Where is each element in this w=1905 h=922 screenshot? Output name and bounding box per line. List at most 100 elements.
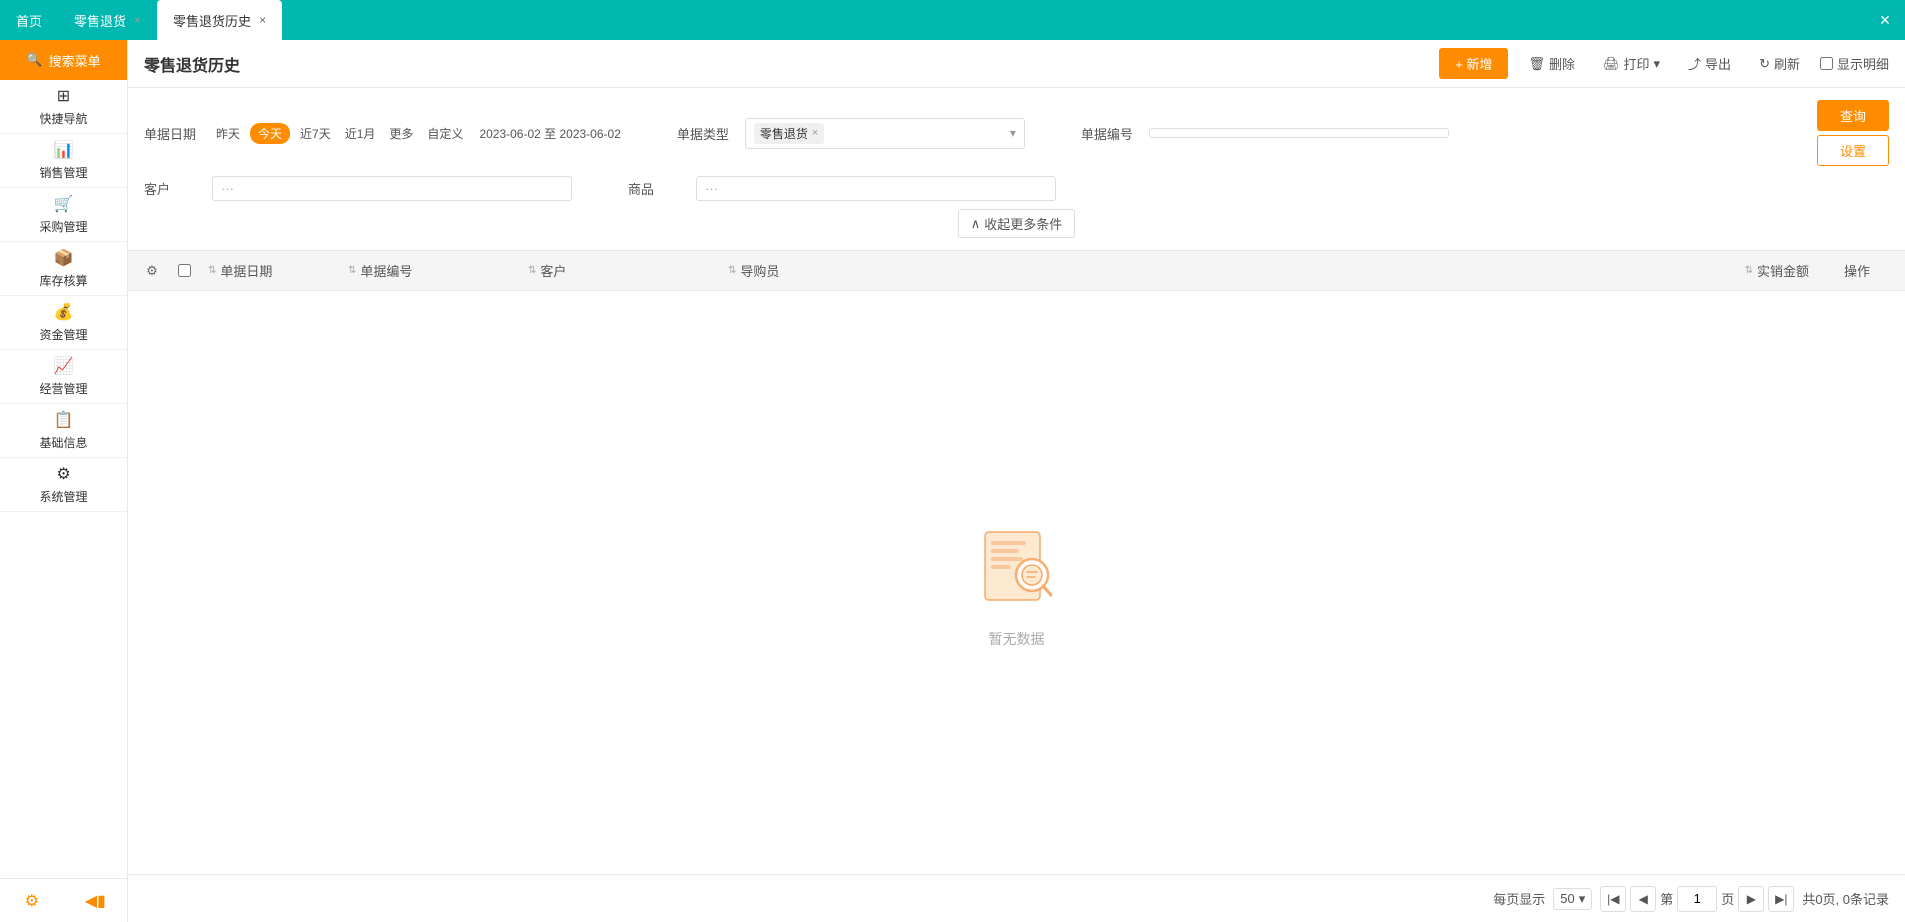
th-guide-sort-icon: ⇅: [728, 265, 736, 276]
sidebar-item-quick-nav[interactable]: ⊞ 快捷导航: [0, 80, 127, 134]
type-tag: 零售退货 ×: [754, 123, 824, 144]
sidebar-search[interactable]: 🔍 搜索菜单: [0, 40, 127, 80]
table-checkbox-all[interactable]: [168, 264, 200, 277]
page-header: 零售退货历史 + 新增 🗑 删除 🖨 打印 ▾ ⤴ 导出 ↻: [128, 40, 1905, 88]
date-btn-more[interactable]: 更多: [385, 123, 417, 144]
page-title: 零售退货历史: [144, 52, 1439, 76]
select-all-checkbox[interactable]: [178, 264, 191, 277]
date-btn-today[interactable]: 今天: [250, 123, 290, 144]
sidebar-item-base[interactable]: 📋 基础信息: [0, 404, 127, 458]
customer-input[interactable]: ···: [212, 176, 572, 201]
type-select-arrow-icon: ▾: [1010, 126, 1016, 140]
table-area: ⚙ ⇅ 单据日期 ⇅ 单据编号 ⇅ 客户 ⇅ 导购员: [128, 251, 1905, 874]
th-guide[interactable]: ⇅ 导购员: [720, 261, 900, 280]
goods-filter-label: 商品: [628, 179, 688, 198]
sidebar-settings-button[interactable]: ⚙: [16, 885, 48, 917]
page-unit: 页: [1721, 889, 1734, 908]
type-filter-label: 单据类型: [677, 124, 737, 143]
pagination: 每页显示 50 ▾ |◀ ◀ 第 页 ▶ ▶| 共0页, 0条记录: [128, 874, 1905, 922]
th-number[interactable]: ⇅ 单据编号: [340, 261, 520, 280]
th-amount[interactable]: ⇅ 实销金额: [1697, 261, 1817, 280]
tab-retail-return-close[interactable]: ×: [134, 13, 141, 27]
sidebar-item-system[interactable]: ⚙ 系统管理: [0, 458, 127, 512]
delete-button[interactable]: 🗑 删除: [1520, 50, 1583, 77]
date-btn-custom[interactable]: 自定义: [423, 123, 467, 144]
per-page-label: 每页显示: [1493, 889, 1545, 908]
date-btn-yesterday[interactable]: 昨天: [212, 123, 244, 144]
page-last-button[interactable]: ▶|: [1768, 886, 1794, 912]
th-number-sort-icon: ⇅: [348, 265, 356, 276]
th-date[interactable]: ⇅ 单据日期: [200, 261, 340, 280]
tab-retail-return[interactable]: 零售退货 ×: [58, 0, 157, 40]
page-number-input[interactable]: [1677, 886, 1717, 912]
sidebar-bottom: ⚙ ◀▮: [0, 878, 127, 922]
show-detail-checkbox[interactable]: 显示明细: [1820, 54, 1889, 73]
tab-home[interactable]: 首页: [0, 0, 58, 40]
content-area: 零售退货历史 + 新增 🗑 删除 🖨 打印 ▾ ⤴ 导出 ↻: [128, 40, 1905, 922]
window-close-button[interactable]: ×: [1865, 0, 1905, 40]
export-icon: ⤴: [1688, 54, 1701, 73]
purchase-icon: 🛒: [54, 194, 74, 214]
system-icon: ⚙: [54, 464, 74, 484]
collapse-row: ∧ 收起更多条件: [144, 209, 1889, 238]
number-filter-label: 单据编号: [1081, 124, 1141, 143]
date-filter-label: 单据日期: [144, 124, 204, 143]
number-input[interactable]: [1149, 128, 1449, 138]
header-actions: + 新增 🗑 删除 🖨 打印 ▾ ⤴ 导出 ↻ 刷新: [1439, 48, 1889, 79]
export-button[interactable]: ⤴ 导出: [1680, 50, 1739, 77]
page-size-select[interactable]: 50 ▾: [1553, 888, 1592, 910]
print-icon: 🖨: [1603, 56, 1620, 72]
print-button[interactable]: 🖨 打印 ▾: [1595, 50, 1668, 77]
empty-text: 暂无数据: [989, 629, 1045, 649]
th-date-sort-icon: ⇅: [208, 265, 216, 276]
new-button[interactable]: + 新增: [1439, 48, 1508, 79]
goods-filter-group: 商品 ···: [628, 176, 1056, 201]
filter-row-1: 单据日期 昨天 今天 近7天 近1月 更多 自定义 2023-06-02 至 2…: [144, 100, 1889, 166]
collapse-button[interactable]: ∧ 收起更多条件: [958, 209, 1076, 238]
page-nav: |◀ ◀ 第 页 ▶ ▶|: [1600, 886, 1794, 912]
refresh-button[interactable]: ↻ 刷新: [1751, 50, 1808, 77]
date-btn-last7[interactable]: 近7天: [296, 123, 335, 144]
page-first-button[interactable]: |◀: [1600, 886, 1626, 912]
page-prev-button[interactable]: ◀: [1630, 886, 1656, 912]
sidebar: 🔍 搜索菜单 ⊞ 快捷导航 📊 销售管理 🛒 采购管理 📦 库存核算 💰: [0, 40, 128, 922]
page-next-button[interactable]: ▶: [1738, 886, 1764, 912]
tab-retail-return-history[interactable]: 零售退货历史 ×: [157, 0, 282, 40]
goods-input[interactable]: ···: [696, 176, 1056, 201]
delete-icon: 🗑: [1528, 56, 1545, 72]
sidebar-item-purchase[interactable]: 🛒 采购管理: [0, 188, 127, 242]
print-chevron-icon: ▾: [1654, 56, 1661, 72]
collapse-icon: ∧: [971, 216, 981, 232]
table-settings-icon[interactable]: ⚙: [136, 263, 168, 279]
date-filter-group: 单据日期 昨天 今天 近7天 近1月 更多 自定义 2023-06-02 至 2…: [144, 123, 621, 144]
sidebar-item-finance[interactable]: 💰 资金管理: [0, 296, 127, 350]
th-customer[interactable]: ⇅ 客户: [520, 261, 720, 280]
customer-filter-group: 客户 ···: [144, 176, 572, 201]
table-header: ⚙ ⇅ 单据日期 ⇅ 单据编号 ⇅ 客户 ⇅ 导购员: [128, 251, 1905, 291]
finance-icon: 💰: [54, 302, 74, 322]
date-shortcuts: 昨天 今天 近7天 近1月 更多 自定义: [212, 123, 467, 144]
sidebar-item-sales[interactable]: 📊 销售管理: [0, 134, 127, 188]
refresh-icon: ↻: [1759, 56, 1770, 72]
query-button[interactable]: 查询: [1817, 100, 1889, 131]
type-tag-remove[interactable]: ×: [812, 127, 818, 139]
filter-area: 单据日期 昨天 今天 近7天 近1月 更多 自定义 2023-06-02 至 2…: [128, 88, 1905, 251]
inventory-icon: 📦: [54, 248, 74, 268]
sidebar-item-operation[interactable]: 📈 经营管理: [0, 350, 127, 404]
empty-illustration: [967, 517, 1067, 617]
customer-filter-label: 客户: [144, 179, 204, 198]
th-customer-sort-icon: ⇅: [528, 265, 536, 276]
search-icon: 🔍: [26, 52, 42, 68]
show-detail-input[interactable]: [1820, 57, 1833, 70]
type-select[interactable]: 零售退货 × ▾: [745, 118, 1025, 149]
quick-nav-icon: ⊞: [54, 86, 74, 106]
sidebar-volume-button[interactable]: ◀▮: [79, 885, 111, 917]
sidebar-item-inventory[interactable]: 📦 库存核算: [0, 242, 127, 296]
operation-icon: 📈: [54, 356, 74, 376]
page-label: 第: [1660, 889, 1673, 908]
filter-row-2: 客户 ··· 商品 ···: [144, 176, 1889, 201]
filter-settings-button[interactable]: 设置: [1817, 135, 1889, 166]
date-btn-last1month[interactable]: 近1月: [341, 123, 380, 144]
date-range: 2023-06-02 至 2023-06-02: [479, 125, 620, 142]
tab-retail-return-history-close[interactable]: ×: [259, 13, 266, 27]
